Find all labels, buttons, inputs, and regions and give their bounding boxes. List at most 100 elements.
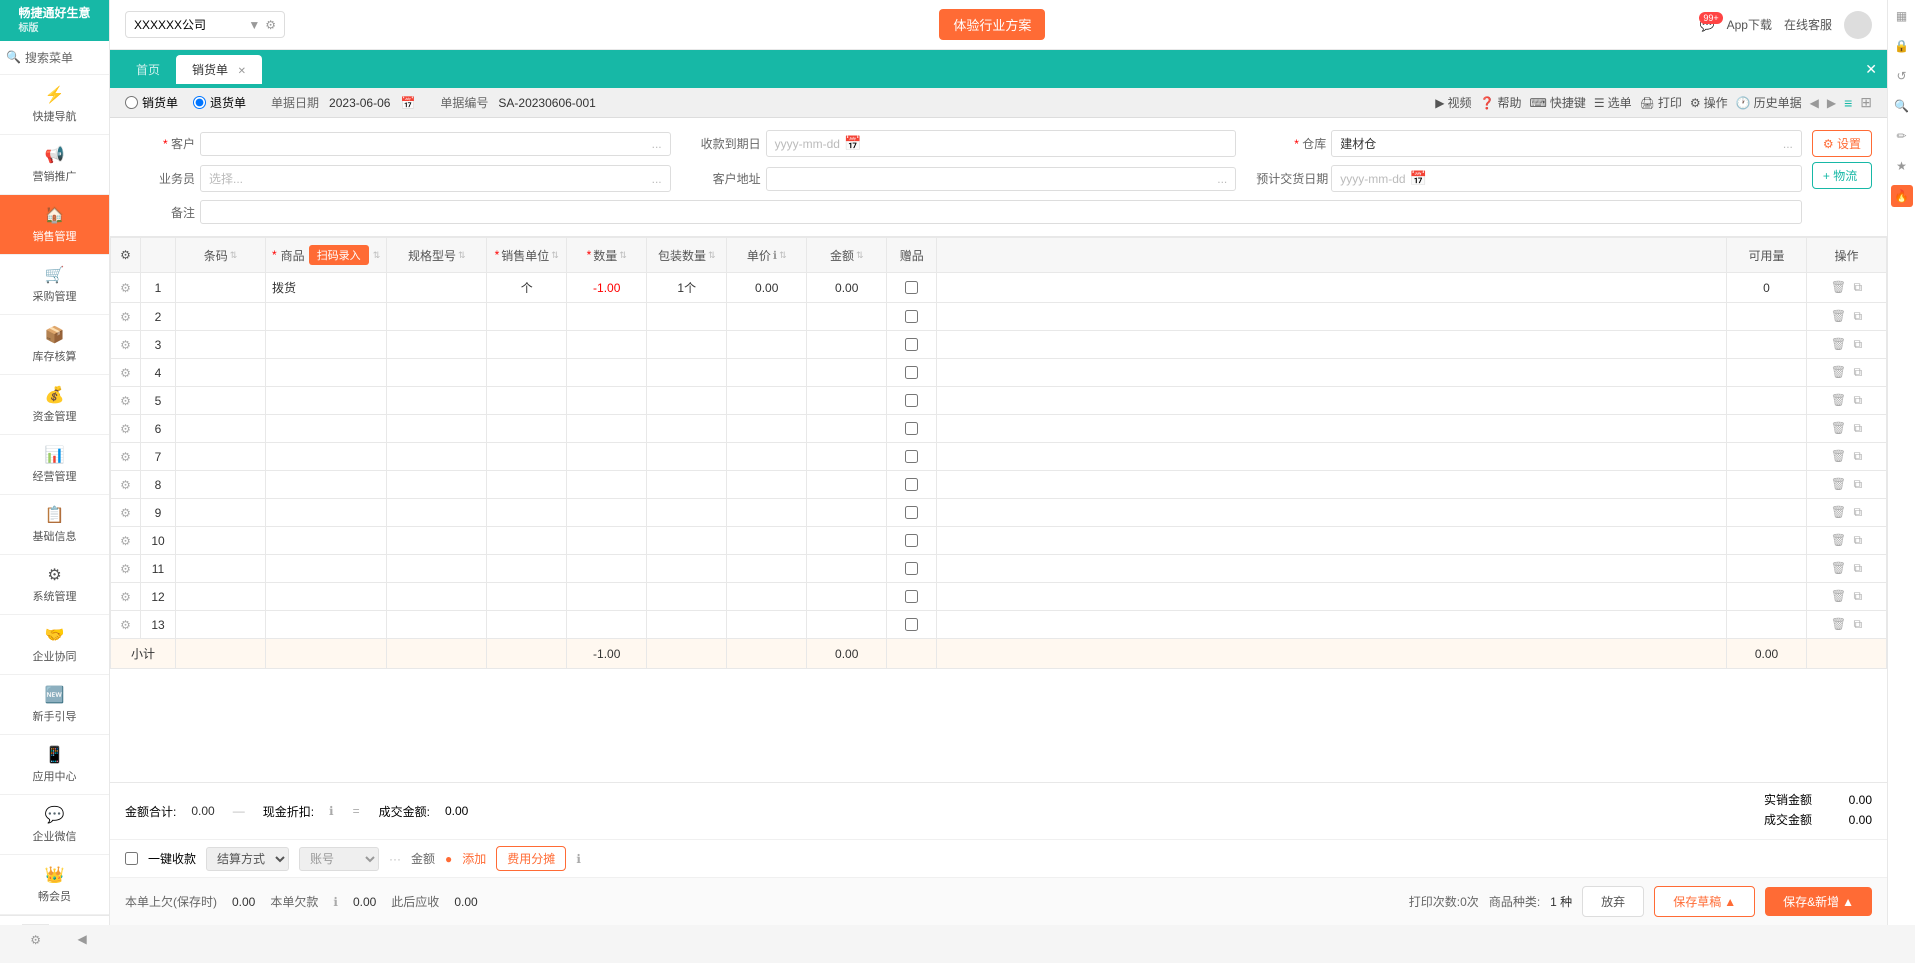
- copy-icon[interactable]: ⧉: [1854, 393, 1863, 407]
- cell-price[interactable]: [727, 415, 807, 443]
- cell-amount[interactable]: [807, 387, 887, 415]
- sidebar-item-wechat[interactable]: 💬企业微信: [0, 795, 109, 855]
- copy-icon[interactable]: ⧉: [1854, 365, 1863, 379]
- customer-addr-input[interactable]: ...: [766, 167, 1237, 191]
- right-panel-item-1[interactable]: ▦: [1891, 5, 1913, 27]
- cell-barcode[interactable]: [176, 583, 266, 611]
- cell-qty[interactable]: [567, 527, 647, 555]
- cell-gift[interactable]: [887, 387, 937, 415]
- cell-goods[interactable]: [266, 387, 387, 415]
- cell-barcode[interactable]: [176, 499, 266, 527]
- cell-barcode[interactable]: [176, 303, 266, 331]
- copy-icon[interactable]: ⧉: [1854, 617, 1863, 631]
- cell-barcode[interactable]: [176, 611, 266, 639]
- delete-icon[interactable]: 🗑: [1831, 421, 1846, 435]
- cell-unit[interactable]: [487, 471, 567, 499]
- cell-amount[interactable]: [807, 303, 887, 331]
- sidebar-item-basic[interactable]: 📋基础信息: [0, 495, 109, 555]
- right-panel-item-4[interactable]: 🔍: [1891, 95, 1913, 117]
- copy-icon[interactable]: ⧉: [1854, 505, 1863, 519]
- delete-icon[interactable]: 🗑: [1831, 561, 1846, 575]
- cell-pkg[interactable]: [647, 611, 727, 639]
- logistics-button[interactable]: + 物流: [1812, 162, 1872, 189]
- cell-gift[interactable]: [887, 303, 937, 331]
- cell-spec[interactable]: [387, 415, 487, 443]
- cell-qty[interactable]: [567, 331, 647, 359]
- cell-amount[interactable]: [807, 331, 887, 359]
- cell-price[interactable]: [727, 583, 807, 611]
- cell-qty[interactable]: [567, 583, 647, 611]
- sidebar-item-apps[interactable]: 📱应用中心: [0, 735, 109, 795]
- company-selector[interactable]: XXXXXX公司 ▼ ⚙: [125, 11, 285, 38]
- warehouse-input[interactable]: 建材仓 ...: [1331, 130, 1802, 157]
- cell-unit[interactable]: [487, 499, 567, 527]
- cell-pkg[interactable]: [647, 331, 727, 359]
- right-panel-item-6[interactable]: ★: [1891, 155, 1913, 177]
- cell-price[interactable]: [727, 303, 807, 331]
- cell-spec[interactable]: [387, 443, 487, 471]
- cell-price[interactable]: [727, 499, 807, 527]
- cell-ops[interactable]: 🗑 ⧉: [1807, 611, 1887, 639]
- cell-goods[interactable]: [266, 471, 387, 499]
- cell-settings[interactable]: ⚙: [111, 611, 141, 639]
- toolbar-choose[interactable]: ☰ 选单: [1594, 94, 1632, 111]
- cell-spec[interactable]: [387, 387, 487, 415]
- toolbar-history[interactable]: 🕐 历史单据: [1736, 94, 1802, 111]
- cell-settings[interactable]: ⚙: [111, 303, 141, 331]
- cell-barcode[interactable]: [176, 527, 266, 555]
- cell-unit[interactable]: [487, 583, 567, 611]
- sidebar-item-guide[interactable]: 🆕新手引导: [0, 675, 109, 735]
- save-draft-button[interactable]: 保存草稿 ▲: [1654, 886, 1755, 917]
- cell-amount[interactable]: [807, 471, 887, 499]
- th-settings[interactable]: ⚙: [111, 238, 141, 273]
- cell-unit[interactable]: [487, 387, 567, 415]
- copy-icon[interactable]: ⧉: [1854, 309, 1863, 323]
- cell-pkg[interactable]: [647, 471, 727, 499]
- sidebar-item-inventory[interactable]: 📦库存核算: [0, 315, 109, 375]
- cell-spec[interactable]: [387, 331, 487, 359]
- delete-icon[interactable]: 🗑: [1831, 365, 1846, 379]
- cell-ops[interactable]: 🗑 ⧉: [1807, 387, 1887, 415]
- cell-barcode[interactable]: [176, 471, 266, 499]
- message-icon-wrap[interactable]: 💬 99+: [1700, 18, 1715, 32]
- due-date-input[interactable]: yyyy-mm-dd 📅: [766, 130, 1237, 157]
- cell-unit[interactable]: [487, 415, 567, 443]
- due-date-calendar-icon[interactable]: 📅: [844, 135, 861, 152]
- cell-gift[interactable]: [887, 611, 937, 639]
- cell-unit[interactable]: [487, 527, 567, 555]
- save-new-button[interactable]: 保存&新增 ▲: [1765, 887, 1872, 916]
- delete-icon[interactable]: 🗑: [1831, 337, 1846, 351]
- cell-qty[interactable]: [567, 443, 647, 471]
- copy-icon[interactable]: ⧉: [1854, 421, 1863, 435]
- toolbar-print[interactable]: 🖨 打印: [1640, 94, 1682, 111]
- cell-ops[interactable]: 🗑 ⧉: [1807, 499, 1887, 527]
- cell-pkg[interactable]: [647, 443, 727, 471]
- cell-goods[interactable]: 拨货: [266, 273, 387, 303]
- copy-icon[interactable]: ⧉: [1854, 337, 1863, 351]
- account-select[interactable]: 账号: [299, 847, 379, 871]
- right-panel-item-7[interactable]: 🔥: [1891, 185, 1913, 207]
- cell-ops[interactable]: 🗑 ⧉: [1807, 415, 1887, 443]
- cell-price[interactable]: [727, 443, 807, 471]
- account-dots-icon[interactable]: ···: [389, 852, 401, 866]
- cell-unit[interactable]: [487, 611, 567, 639]
- cell-price[interactable]: [727, 611, 807, 639]
- cell-goods[interactable]: [266, 415, 387, 443]
- cell-gift[interactable]: [887, 415, 937, 443]
- cell-pkg[interactable]: [647, 387, 727, 415]
- cell-barcode[interactable]: [176, 331, 266, 359]
- cell-ops[interactable]: 🗑 ⧉: [1807, 273, 1887, 303]
- cell-goods[interactable]: [266, 583, 387, 611]
- cell-qty[interactable]: [567, 555, 647, 583]
- salesperson-input[interactable]: 选择... ...: [200, 165, 671, 192]
- delete-icon[interactable]: 🗑: [1831, 449, 1846, 463]
- cell-settings[interactable]: ⚙: [111, 387, 141, 415]
- cell-unit[interactable]: [487, 443, 567, 471]
- cell-unit[interactable]: [487, 555, 567, 583]
- cell-goods[interactable]: [266, 499, 387, 527]
- right-panel-item-3[interactable]: ↺: [1891, 65, 1913, 87]
- cell-qty[interactable]: [567, 499, 647, 527]
- tab-close-all-icon[interactable]: ✕: [1865, 61, 1877, 78]
- toolbar-view-toggle1[interactable]: ≡: [1844, 95, 1852, 111]
- tab-home[interactable]: 首页: [120, 55, 176, 84]
